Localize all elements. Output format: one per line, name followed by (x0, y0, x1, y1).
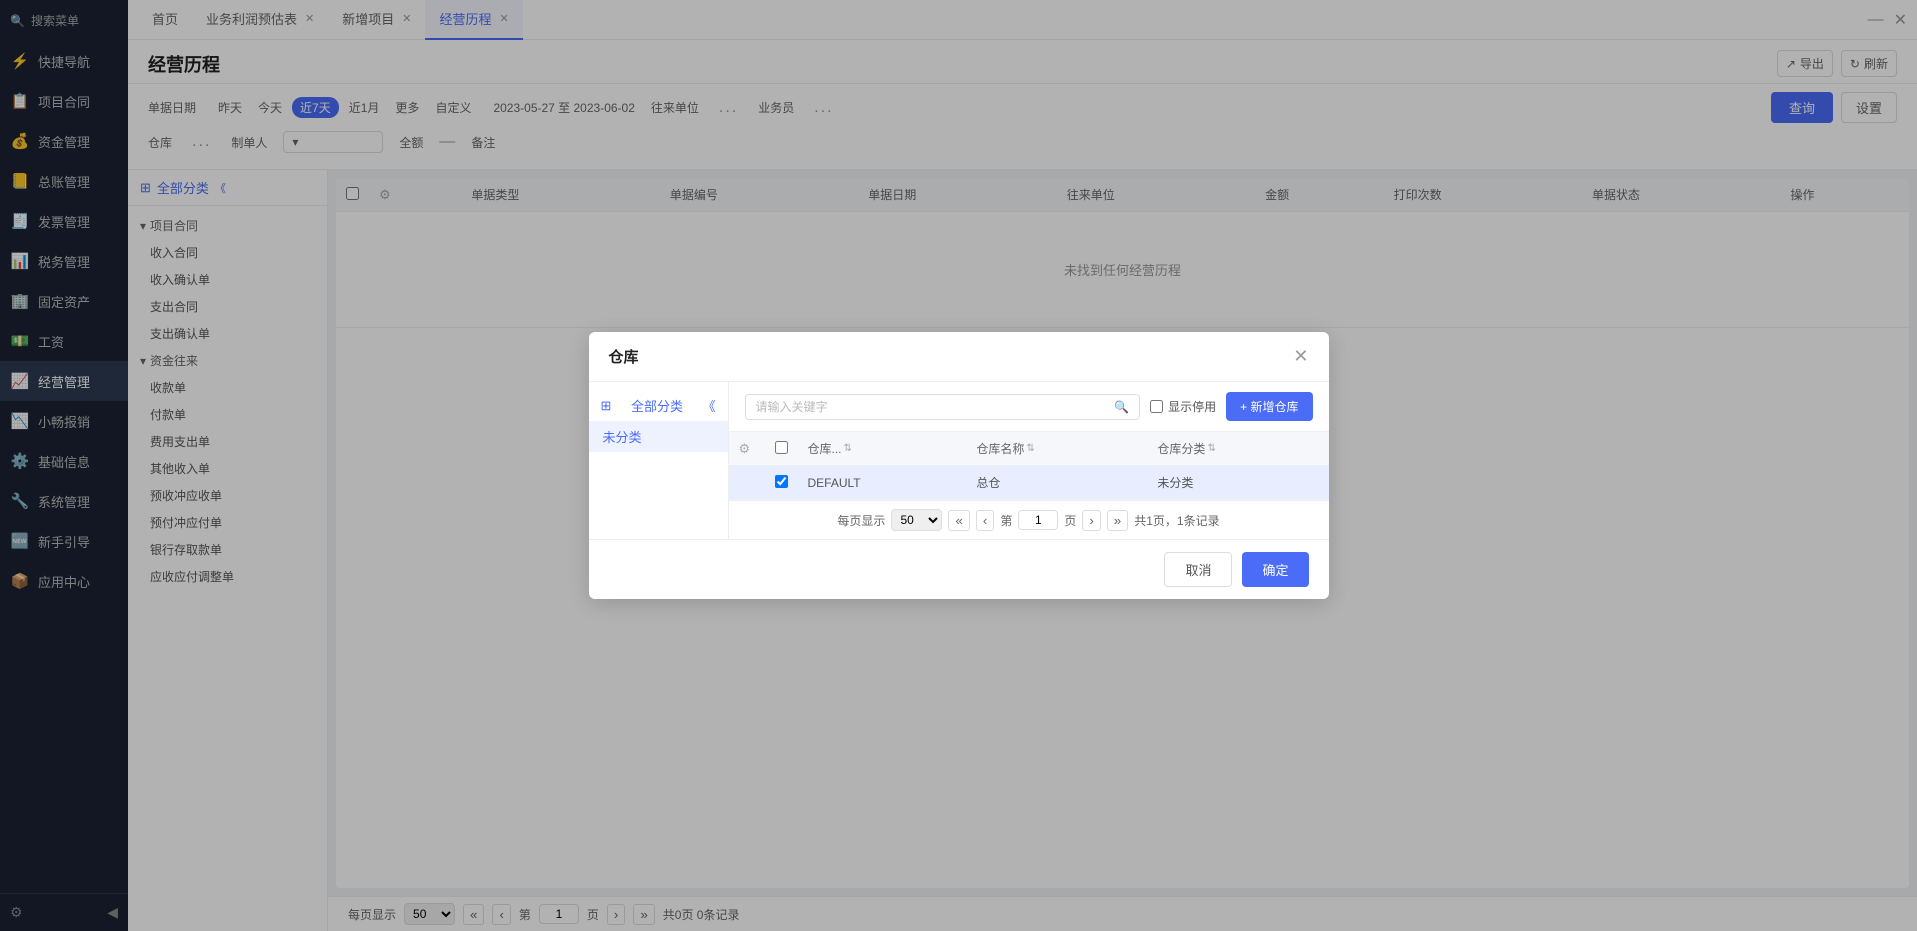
add-warehouse-btn[interactable]: + 新增仓库 (1226, 392, 1312, 421)
sort-icon-code: ⇅ (844, 443, 852, 454)
modal-page-label: 第 (1000, 512, 1012, 529)
modal-table-area: ⚙ 仓库... ⇅ (729, 432, 1329, 500)
modal-prev-page-btn[interactable]: ‹ (976, 510, 994, 531)
code-sort[interactable]: 仓库... ⇅ (808, 440, 852, 457)
warehouse-table: ⚙ 仓库... ⇅ (729, 432, 1329, 500)
modal-select-all[interactable] (775, 441, 788, 454)
row-category-cell: 未分类 (1147, 466, 1328, 500)
modal-per-page-label: 每页显示 (837, 512, 885, 529)
modal-header: 仓库 ✕ (589, 332, 1329, 382)
warehouse-modal: 仓库 ✕ ⊞ 全部分类 《 未分类 🔍 (589, 332, 1329, 599)
row-name-cell: 总仓 (966, 466, 1147, 500)
modal-th-setting: ⚙ (729, 432, 765, 466)
modal-search-icon: 🔍 (1114, 400, 1129, 414)
modal-per-page-select[interactable]: 50 100 (891, 509, 942, 531)
modal-sidebar-header[interactable]: ⊞ 全部分类 《 (589, 390, 728, 421)
modal-sidebar-uncategorized[interactable]: 未分类 (589, 421, 728, 452)
modal-page-input[interactable] (1018, 510, 1058, 530)
table-row[interactable]: DEFAULT 总仓 未分类 (729, 466, 1329, 500)
modal-toolbar: 🔍 显示停用 + 新增仓库 (729, 382, 1329, 432)
row-checkbox-cell (765, 466, 798, 500)
sort-icon-category: ⇅ (1207, 443, 1215, 454)
modal-col-setting-icon[interactable]: ⚙ (739, 441, 751, 456)
name-sort[interactable]: 仓库名称 ⇅ (976, 440, 1034, 457)
cancel-button[interactable]: 取消 (1164, 552, 1232, 587)
modal-total-text: 共1页，1条记录 (1134, 512, 1219, 529)
modal-footer: 取消 确定 (589, 539, 1329, 599)
modal-sidebar: ⊞ 全部分类 《 未分类 (589, 382, 729, 539)
modal-pagination: 每页显示 50 100 « ‹ 第 页 › » 共1页，1条记录 (729, 500, 1329, 539)
modal-overlay: 仓库 ✕ ⊞ 全部分类 《 未分类 🔍 (0, 0, 1917, 931)
modal-page-suffix: 页 (1064, 512, 1076, 529)
modal-search-box[interactable]: 🔍 (745, 394, 1141, 420)
modal-th-code: 仓库... ⇅ (798, 432, 967, 466)
modal-content: 🔍 显示停用 + 新增仓库 (729, 382, 1329, 539)
show-disabled-checkbox[interactable]: 显示停用 (1150, 398, 1216, 415)
modal-title: 仓库 (609, 346, 639, 367)
modal-first-page-btn[interactable]: « (948, 510, 969, 531)
row-checkbox[interactable] (775, 475, 788, 488)
sort-icon-name: ⇅ (1026, 443, 1034, 454)
modal-th-checkbox (765, 432, 798, 466)
modal-search-input[interactable] (756, 400, 1109, 414)
modal-next-page-btn[interactable]: › (1082, 510, 1100, 531)
row-code-cell: DEFAULT (798, 466, 967, 500)
sidebar-collapse-icon[interactable]: 《 (702, 396, 715, 415)
confirm-button[interactable]: 确定 (1242, 552, 1308, 587)
modal-th-category: 仓库分类 ⇅ (1147, 432, 1328, 466)
modal-last-page-btn[interactable]: » (1107, 510, 1128, 531)
show-disabled-input[interactable] (1150, 400, 1163, 413)
category-sort[interactable]: 仓库分类 ⇅ (1157, 440, 1215, 457)
row-setting-cell (729, 466, 765, 500)
modal-body: ⊞ 全部分类 《 未分类 🔍 显示停用 (589, 382, 1329, 539)
grid-icon: ⊞ (601, 398, 612, 414)
modal-th-name: 仓库名称 ⇅ (966, 432, 1147, 466)
modal-close-btn[interactable]: ✕ (1293, 346, 1308, 367)
